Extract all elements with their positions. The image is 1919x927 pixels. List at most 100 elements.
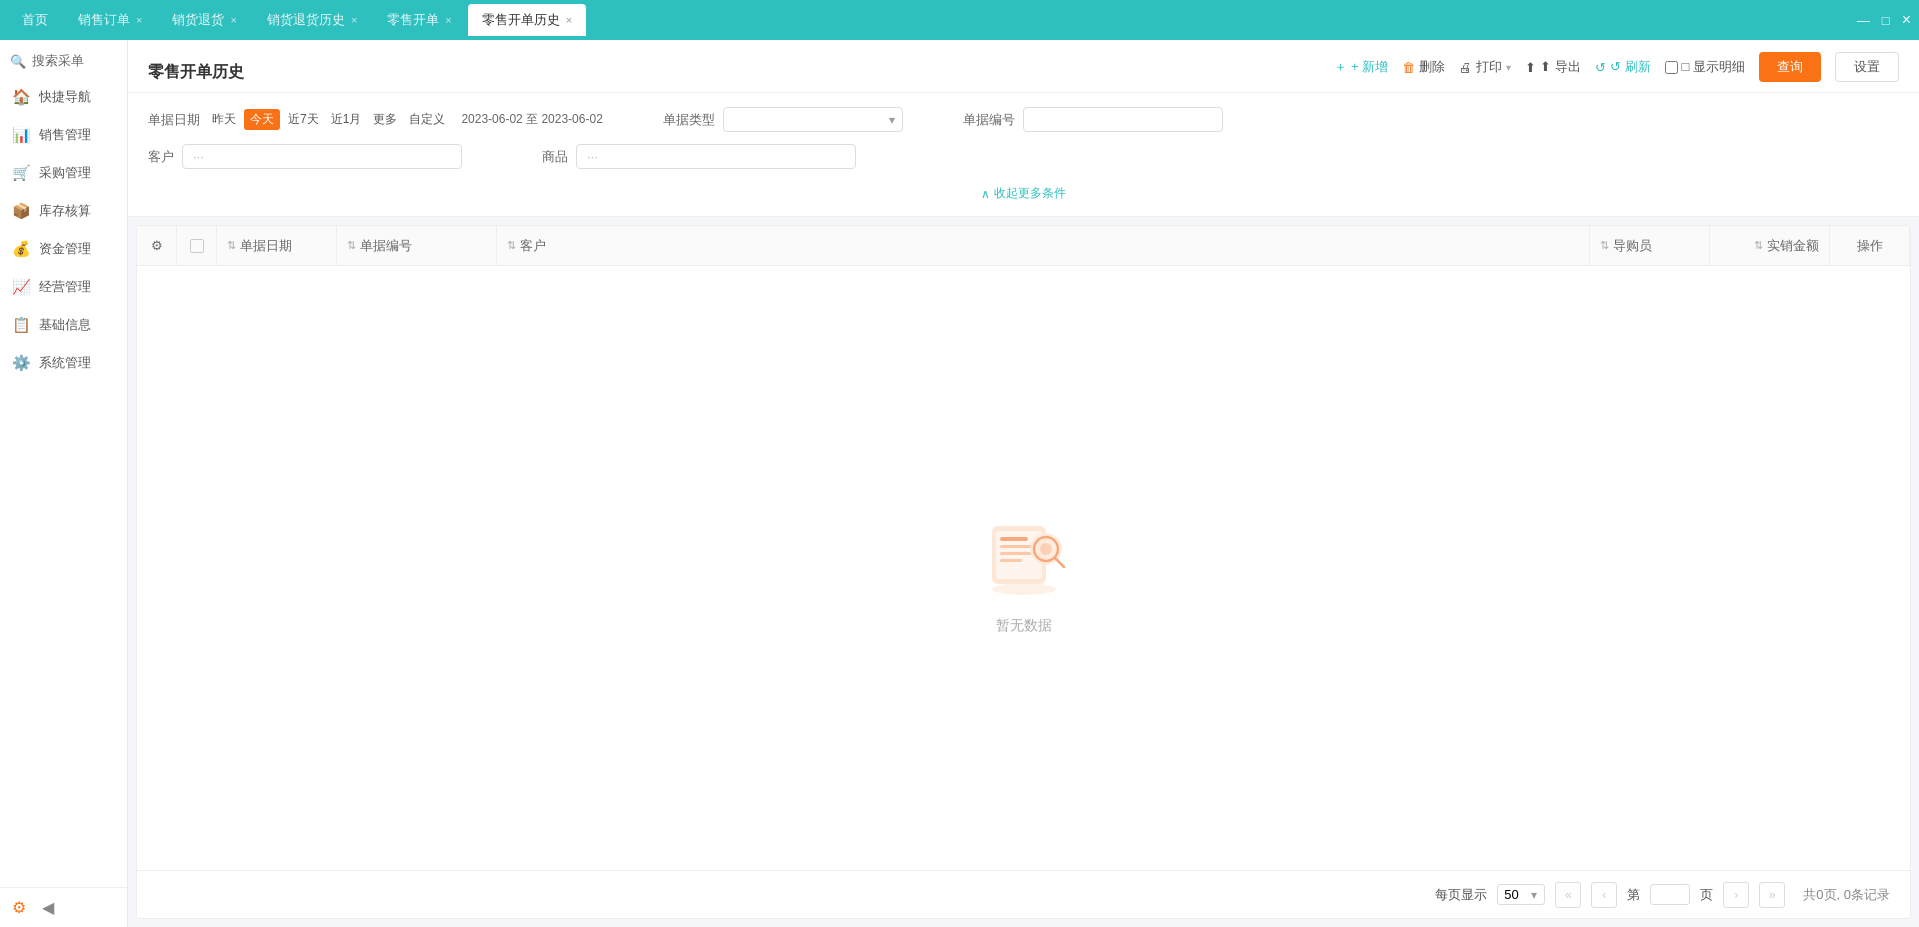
sidebar-settings-btn[interactable]: ⚙ — [12, 898, 26, 917]
tab-sales-return[interactable]: 销货退货 × — [158, 4, 250, 36]
sidebar-item-basic-info-label: 基础信息 — [39, 316, 91, 334]
col-op-label: 操作 — [1857, 237, 1883, 255]
sidebar-item-inventory-label: 库存核算 — [39, 202, 91, 220]
search-icon: 🔍 — [10, 54, 26, 69]
date-label: 单据日期 — [148, 111, 200, 129]
col-customer[interactable]: ⇅ 客户 — [497, 226, 1590, 265]
current-page-input[interactable]: 1 — [1650, 884, 1690, 905]
sidebar-search[interactable]: 🔍 搜索采单 — [0, 40, 127, 78]
filter-row-1: 单据日期 昨天 今天 近7天 近1月 更多 自定义 2023-06-02 至 2… — [148, 107, 1899, 132]
col-date[interactable]: ⇅ 单据日期 — [217, 226, 337, 265]
tab-sales-return-history[interactable]: 销货退货历史 × — [253, 4, 371, 36]
tab-sales-order-close[interactable]: × — [136, 14, 142, 26]
tab-retail-open[interactable]: 零售开单 × — [373, 4, 465, 36]
add-button[interactable]: ＋ + 新增 — [1334, 58, 1388, 76]
order-num-input[interactable] — [1023, 107, 1223, 132]
col-number[interactable]: ⇅ 单据编号 — [337, 226, 497, 265]
collapse-icon: ∧ — [981, 187, 990, 201]
next-page-btn[interactable]: › — [1723, 882, 1749, 908]
delete-label: 删除 — [1419, 58, 1445, 76]
date-btn-today[interactable]: 今天 — [244, 109, 280, 130]
order-type-label: 单据类型 — [663, 111, 715, 129]
first-page-btn[interactable]: « — [1555, 882, 1581, 908]
order-type-select-wrapper[interactable] — [723, 107, 903, 132]
collapse-bar[interactable]: ∧ 收起更多条件 — [148, 181, 1899, 210]
tab-sales-return-close[interactable]: × — [230, 14, 236, 26]
sidebar-item-basic-info[interactable]: 📋 基础信息 — [0, 306, 127, 344]
display-detail-toggle[interactable]: □ 显示明细 — [1665, 58, 1745, 76]
filter-order-num: 单据编号 — [963, 107, 1223, 132]
page-size-select[interactable]: 10 20 50 100 — [1497, 884, 1545, 905]
date-btn-7days[interactable]: 近7天 — [284, 109, 323, 130]
tab-sales-order[interactable]: 销售订单 × — [64, 4, 156, 36]
sidebar-bottom: ⚙ ◀ — [0, 887, 127, 927]
total-info: 共0页, 0条记录 — [1803, 886, 1890, 904]
pagination: 每页显示 10 20 50 100 « ‹ 第 1 页 › » 共0页, 0条记… — [137, 870, 1910, 918]
export-button[interactable]: ⬆ ⬆ 导出 — [1525, 58, 1581, 76]
filter-area: 单据日期 昨天 今天 近7天 近1月 更多 自定义 2023-06-02 至 2… — [128, 93, 1919, 217]
col-settings[interactable]: ⚙ — [137, 226, 177, 265]
print-button[interactable]: 🖨 打印 ▾ — [1459, 58, 1511, 76]
sidebar-item-purchase-mgmt[interactable]: 🛒 采购管理 — [0, 154, 127, 192]
filter-date: 单据日期 昨天 今天 近7天 近1月 更多 自定义 2023-06-02 至 2… — [148, 109, 603, 130]
tab-retail-open-history-close[interactable]: × — [566, 14, 572, 26]
sidebar-item-inventory[interactable]: 📦 库存核算 — [0, 192, 127, 230]
sidebar-item-sys-mgmt[interactable]: ⚙️ 系统管理 — [0, 344, 127, 382]
tab-retail-open-label: 零售开单 — [387, 11, 439, 29]
tab-retail-open-close[interactable]: × — [445, 14, 451, 26]
table-wrapper: ⚙ ⇅ 单据日期 ⇅ 单据编号 ⇅ 客户 ⇅ — [136, 225, 1911, 919]
date-btn-1month[interactable]: 近1月 — [327, 109, 366, 130]
goods-input[interactable]: ··· — [576, 144, 856, 169]
settings-button[interactable]: 设置 — [1835, 52, 1899, 82]
svg-point-10 — [1040, 543, 1052, 555]
close-btn[interactable]: × — [1902, 11, 1911, 29]
delete-button[interactable]: 🗑 删除 — [1402, 58, 1445, 76]
query-button[interactable]: 查询 — [1759, 52, 1821, 82]
last-page-btn[interactable]: » — [1759, 882, 1785, 908]
sys-mgmt-icon: ⚙️ — [12, 354, 31, 372]
select-all-checkbox[interactable] — [190, 239, 204, 253]
prev-page-btn[interactable]: ‹ — [1591, 882, 1617, 908]
sidebar-item-sales-mgmt[interactable]: 📊 销售管理 — [0, 116, 127, 154]
maximize-btn[interactable]: □ — [1882, 13, 1890, 28]
col-guide[interactable]: ⇅ 导购员 — [1590, 226, 1710, 265]
page-size-wrapper[interactable]: 10 20 50 100 — [1497, 884, 1545, 905]
basic-info-icon: 📋 — [12, 316, 31, 334]
sidebar-item-finance-label: 资金管理 — [39, 240, 91, 258]
refresh-button[interactable]: ↺ ↺ 刷新 — [1595, 58, 1651, 76]
minimize-btn[interactable]: — — [1857, 13, 1870, 28]
sidebar-item-sys-mgmt-label: 系统管理 — [39, 354, 91, 372]
col-amount[interactable]: ⇅ 实销金额 — [1710, 226, 1830, 265]
filter-order-type: 单据类型 — [663, 107, 903, 132]
sidebar-item-operations[interactable]: 📈 经营管理 — [0, 268, 127, 306]
date-range-display: 2023-06-02 至 2023-06-02 — [461, 111, 602, 128]
tab-retail-open-history[interactable]: 零售开单历史 × — [468, 4, 586, 36]
col-checkbox[interactable] — [177, 226, 217, 265]
table-header: ⚙ ⇅ 单据日期 ⇅ 单据编号 ⇅ 客户 ⇅ — [137, 226, 1910, 266]
sidebar-item-finance[interactable]: 💰 资金管理 — [0, 230, 127, 268]
window-controls: — □ × — [1857, 11, 1911, 29]
print-label: 打印 — [1476, 58, 1502, 76]
empty-illustration — [974, 501, 1074, 601]
finance-icon: 💰 — [12, 240, 31, 258]
date-btn-yesterday[interactable]: 昨天 — [208, 109, 240, 130]
col-settings-icon: ⚙ — [151, 238, 163, 253]
top-nav-bar: 首页 销售订单 × 销货退货 × 销货退货历史 × 零售开单 × 零售开单历史 … — [0, 0, 1919, 40]
refresh-label: ↺ 刷新 — [1610, 58, 1651, 76]
goods-label: 商品 — [542, 148, 568, 166]
refresh-icon: ↺ — [1595, 60, 1606, 75]
col-amount-label: 实销金额 — [1767, 237, 1819, 255]
date-buttons: 昨天 今天 近7天 近1月 更多 自定义 — [208, 109, 449, 130]
date-btn-custom[interactable]: 自定义 — [405, 109, 449, 130]
delete-icon: 🗑 — [1402, 60, 1415, 75]
customer-input[interactable]: ··· — [182, 144, 462, 169]
tab-home[interactable]: 首页 — [8, 4, 62, 36]
display-detail-checkbox[interactable] — [1665, 61, 1678, 74]
tab-sales-return-history-close[interactable]: × — [351, 14, 357, 26]
sidebar-item-quick-nav[interactable]: 🏠 快捷导航 — [0, 78, 127, 116]
sidebar-collapse-btn[interactable]: ◀ — [42, 898, 54, 917]
order-type-select[interactable] — [723, 107, 903, 132]
toolbar: ＋ + 新增 🗑 删除 🖨 打印 ▾ ⬆ ⬆ 导出 ↺ — [1334, 52, 1899, 92]
tab-sales-return-label: 销货退货 — [172, 11, 224, 29]
date-btn-more[interactable]: 更多 — [369, 109, 401, 130]
